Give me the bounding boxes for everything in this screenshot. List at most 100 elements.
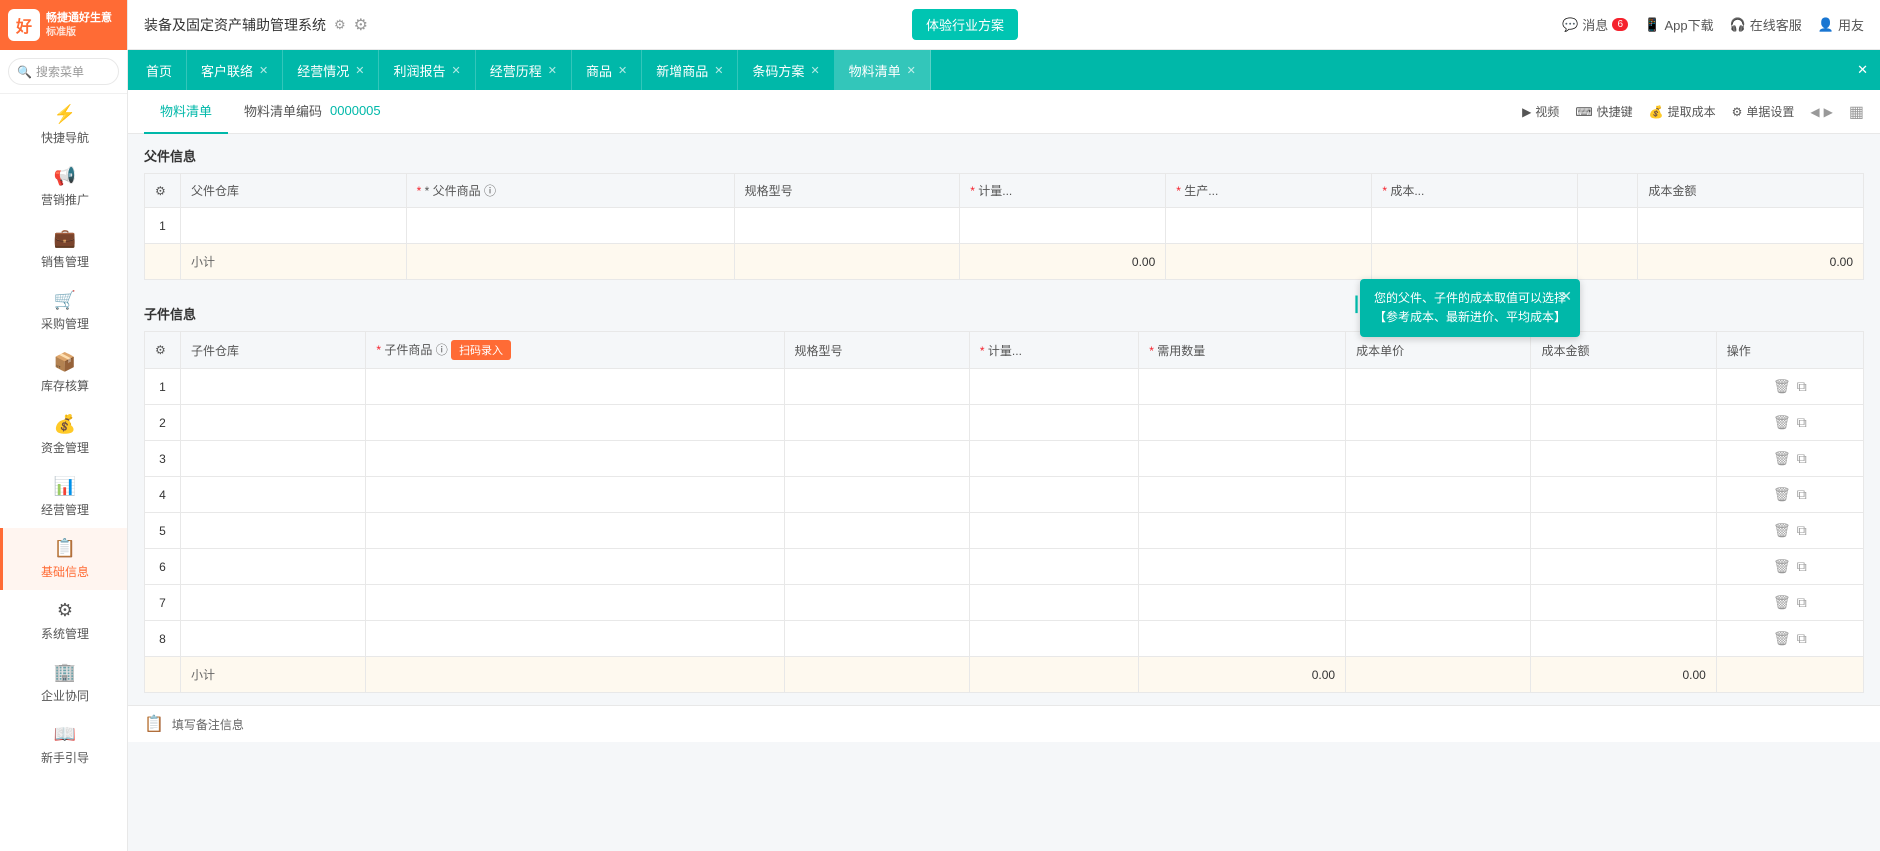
sidebar-item-enterprise[interactable]: 🏢 企业协同 [0,652,127,714]
copy-icon[interactable]: ⧉ [1797,378,1807,395]
delete-icon[interactable]: 🗑 [1773,630,1791,647]
tab-customers-close[interactable]: ✕ [259,64,268,77]
child-row-5-unit[interactable] [969,513,1138,549]
trial-button[interactable]: 体验行业方案 [912,9,1018,40]
tab-operations[interactable]: 经营情况 ✕ [283,50,379,90]
copy-icon[interactable]: ⧉ [1797,486,1807,503]
delete-icon[interactable]: 🗑 [1773,594,1791,611]
child-row-2-quantity[interactable] [1139,405,1346,441]
tab-history-close[interactable]: ✕ [548,64,557,77]
tab-operations-close[interactable]: ✕ [355,64,364,77]
copy-icon[interactable]: ⧉ [1797,558,1807,575]
copy-icon[interactable]: ⧉ [1797,450,1807,467]
child-row-1-goods[interactable] [366,369,784,405]
copy-icon[interactable]: ⧉ [1797,414,1807,431]
child-row-7-price[interactable] [1346,585,1531,621]
child-row-8-warehouse[interactable] [181,621,366,657]
child-row-2-goods[interactable] [366,405,784,441]
child-row-8-price[interactable] [1346,621,1531,657]
tab-new-goods[interactable]: 新增商品 ✕ [642,50,738,90]
sub-tab-list[interactable]: 物料清单 [144,90,228,134]
child-row-6-spec[interactable] [784,549,969,585]
app-download-button[interactable]: 📱 App下载 [1644,15,1713,34]
child-row-4-spec[interactable] [784,477,969,513]
child-row-8-spec[interactable] [784,621,969,657]
topbar-settings-icon[interactable]: ⚙ [354,15,368,35]
sidebar-item-finance[interactable]: 💰 资金管理 [0,404,127,466]
sidebar-item-operations[interactable]: 📊 经营管理 [0,466,127,528]
tab-new-goods-close[interactable]: ✕ [714,64,723,77]
child-row-4-goods[interactable] [366,477,784,513]
child-row-6-quantity[interactable] [1139,549,1346,585]
child-row-4-warehouse[interactable] [181,477,366,513]
child-row-2-unit[interactable] [969,405,1138,441]
child-row-3-warehouse[interactable] [181,441,366,477]
sidebar-item-system[interactable]: ⚙ 系统管理 [0,590,127,652]
search-menu-button[interactable]: 🔍 搜索菜单 [8,58,119,85]
child-row-3-unit[interactable] [969,441,1138,477]
delete-icon[interactable]: 🗑 [1773,558,1791,575]
child-col-settings[interactable]: ⚙ [145,332,181,369]
tab-profit[interactable]: 利润报告 ✕ [379,50,475,90]
child-row-2-spec[interactable] [784,405,969,441]
parent-row-1-unit[interactable] [960,208,1166,244]
child-row-6-warehouse[interactable] [181,549,366,585]
child-row-7-spec[interactable] [784,585,969,621]
child-row-5-warehouse[interactable] [181,513,366,549]
tab-history[interactable]: 经营历程 ✕ [476,50,572,90]
child-row-5-spec[interactable] [784,513,969,549]
sidebar-item-marketing[interactable]: 📢 营销推广 [0,156,127,218]
tab-goods-close[interactable]: ✕ [618,64,627,77]
parent-col-settings[interactable]: ⚙ [145,174,181,208]
child-row-5-price[interactable] [1346,513,1531,549]
child-row-4-price[interactable] [1346,477,1531,513]
child-row-2-warehouse[interactable] [181,405,366,441]
sidebar-item-quicknav[interactable]: ⚡ 快捷导航 [0,94,127,156]
tab-barcode-close[interactable]: ✕ [810,64,819,77]
system-dropdown-icon[interactable]: ⚙ [334,17,346,33]
tooltip-close-button[interactable]: ✕ [1560,285,1572,307]
child-row-1-spec[interactable] [784,369,969,405]
child-row-7-goods[interactable] [366,585,784,621]
child-row-2-price[interactable] [1346,405,1531,441]
sidebar-item-sales[interactable]: 💼 销售管理 [0,218,127,280]
user-menu[interactable]: 👤 用友 [1818,15,1864,34]
delete-icon[interactable]: 🗑 [1773,414,1791,431]
delete-icon[interactable]: 🗑 [1773,486,1791,503]
child-row-7-quantity[interactable] [1139,585,1346,621]
parent-row-1-production[interactable] [1166,208,1372,244]
cost-action[interactable]: 💰 提取成本 [1649,103,1716,120]
tab-goods[interactable]: 商品 ✕ [572,50,642,90]
child-row-1-warehouse[interactable] [181,369,366,405]
child-row-5-goods[interactable] [366,513,784,549]
tab-profit-close[interactable]: ✕ [452,64,461,77]
settings-action[interactable]: ⚙ 单据设置 [1732,103,1795,120]
child-row-6-unit[interactable] [969,549,1138,585]
parent-row-1-goods[interactable] [406,208,734,244]
tab-bom[interactable]: 物料清单 ✕ [835,50,931,90]
sidebar-item-basic-info[interactable]: 📋 基础信息 [0,528,127,590]
parent-row-1-spec[interactable] [734,208,960,244]
sub-tab-code[interactable]: 物料清单编码 0000005 [228,90,397,134]
child-row-6-price[interactable] [1346,549,1531,585]
child-row-3-spec[interactable] [784,441,969,477]
view-action[interactable]: ▶ 视频 [1522,103,1559,120]
sidebar-item-inventory[interactable]: 📦 库存核算 [0,342,127,404]
delete-icon[interactable]: 🗑 [1773,378,1791,395]
scan-button[interactable]: 扫码录入 [451,340,511,360]
child-row-4-unit[interactable] [969,477,1138,513]
child-row-7-unit[interactable] [969,585,1138,621]
copy-icon[interactable]: ⧉ [1797,594,1807,611]
child-row-1-price[interactable] [1346,369,1531,405]
parent-row-1-cost[interactable] [1372,208,1578,244]
tab-barcode[interactable]: 条码方案 ✕ [738,50,834,90]
child-row-8-quantity[interactable] [1139,621,1346,657]
tab-customers[interactable]: 客户联络 ✕ [187,50,283,90]
child-row-6-goods[interactable] [366,549,784,585]
online-service-button[interactable]: 🎧 在线客服 [1730,15,1802,34]
child-row-3-quantity[interactable] [1139,441,1346,477]
child-row-1-unit[interactable] [969,369,1138,405]
child-row-3-goods[interactable] [366,441,784,477]
grid-view-icon[interactable]: ▦ [1849,102,1864,122]
child-row-5-quantity[interactable] [1139,513,1346,549]
